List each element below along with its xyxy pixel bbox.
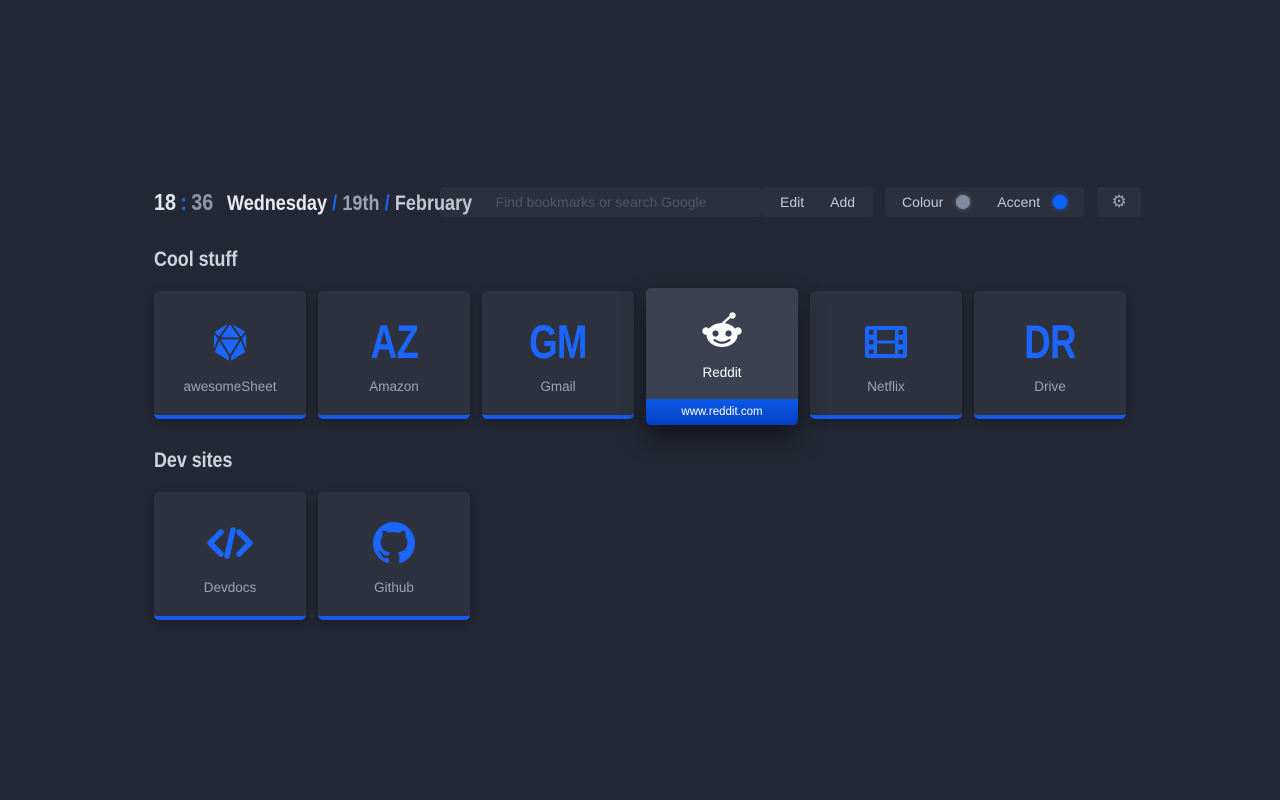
bookmark-label: Github	[374, 580, 414, 595]
clock-date: 18:36 Wednesday/19th/February	[154, 189, 431, 216]
reddit-icon	[698, 307, 746, 353]
monogram-icon: GM	[521, 319, 595, 365]
section-title: Cool stuff	[154, 248, 1126, 272]
date: Wednesday/19th/February	[227, 192, 472, 216]
colour-toggle-knob[interactable]	[956, 195, 970, 209]
bookmark-label: Reddit	[702, 365, 741, 380]
code-icon	[204, 520, 256, 566]
bookmark-label: Gmail	[540, 379, 575, 394]
section-dev-sites: Dev sites Devdocs Github	[154, 449, 1126, 620]
bookmark-card-netflix[interactable]: Netflix	[810, 291, 962, 419]
bookmark-card-github[interactable]: Github	[318, 492, 470, 620]
bookmark-label: Drive	[1034, 379, 1066, 394]
bookmark-url-bar: www.reddit.com	[646, 399, 798, 425]
monogram-icon: AZ	[364, 319, 425, 365]
bookmark-grid: awesomeSheetAZAmazonGMGmailRedditwww.red…	[154, 291, 1126, 419]
add-button[interactable]: Add	[830, 194, 855, 210]
new-tab-page: 18:36 Wednesday/19th/February Edit Add C…	[154, 0, 1126, 620]
colour-toggle-label: Colour	[902, 194, 943, 210]
accent-toggle-label: Accent	[997, 194, 1040, 210]
search-input[interactable]	[440, 187, 762, 217]
section-cool-stuff: Cool stuff awesomeSheet AZ Amazon GM Gmail Red…	[154, 248, 1126, 419]
header: 18:36 Wednesday/19th/February Edit Add C…	[154, 186, 1126, 218]
settings-button[interactable]: ⚙	[1097, 187, 1141, 217]
monogram-text: AZ	[370, 318, 417, 365]
monogram-text: GM	[529, 318, 587, 365]
bookmark-card-reddit[interactable]: Reddit www.reddit.com	[646, 288, 798, 425]
polyhedron-icon	[208, 319, 252, 365]
bookmark-label: Amazon	[369, 379, 419, 394]
colour-toggle[interactable]: Colour	[902, 194, 970, 210]
edit-add-group: Edit Add	[762, 187, 873, 217]
bookmark-label: awesomeSheet	[183, 379, 276, 394]
monogram-text: DR	[1024, 318, 1075, 365]
bookmark-grid: Devdocs Github	[154, 492, 1126, 620]
bookmark-card-devdocs[interactable]: Devdocs	[154, 492, 306, 620]
bookmark-card-drive[interactable]: DR Drive	[974, 291, 1126, 419]
bookmark-sections: Cool stuff awesomeSheet AZ Amazon GM Gmail Red…	[154, 248, 1126, 620]
edit-button[interactable]: Edit	[780, 194, 804, 210]
accent-toggle[interactable]: Accent	[997, 194, 1067, 210]
gear-icon: ⚙	[1111, 187, 1126, 217]
accent-toggle-knob[interactable]	[1053, 195, 1067, 209]
bookmark-card-amazon[interactable]: AZ Amazon	[318, 291, 470, 419]
bookmark-label: Netflix	[867, 379, 905, 394]
header-controls: Edit Add Colour Accent ⚙	[762, 187, 1141, 217]
bookmark-card-awesomesheet[interactable]: awesomeSheet	[154, 291, 306, 419]
bookmark-label: Devdocs	[204, 580, 257, 595]
github-icon	[373, 520, 415, 566]
theme-toggle-group: Colour Accent	[885, 187, 1084, 217]
clock: 18:36	[154, 189, 213, 216]
monogram-icon: DR	[1017, 319, 1083, 365]
section-title: Dev sites	[154, 449, 1126, 473]
bookmark-card-gmail[interactable]: GM Gmail	[482, 291, 634, 419]
film-icon	[864, 319, 908, 365]
